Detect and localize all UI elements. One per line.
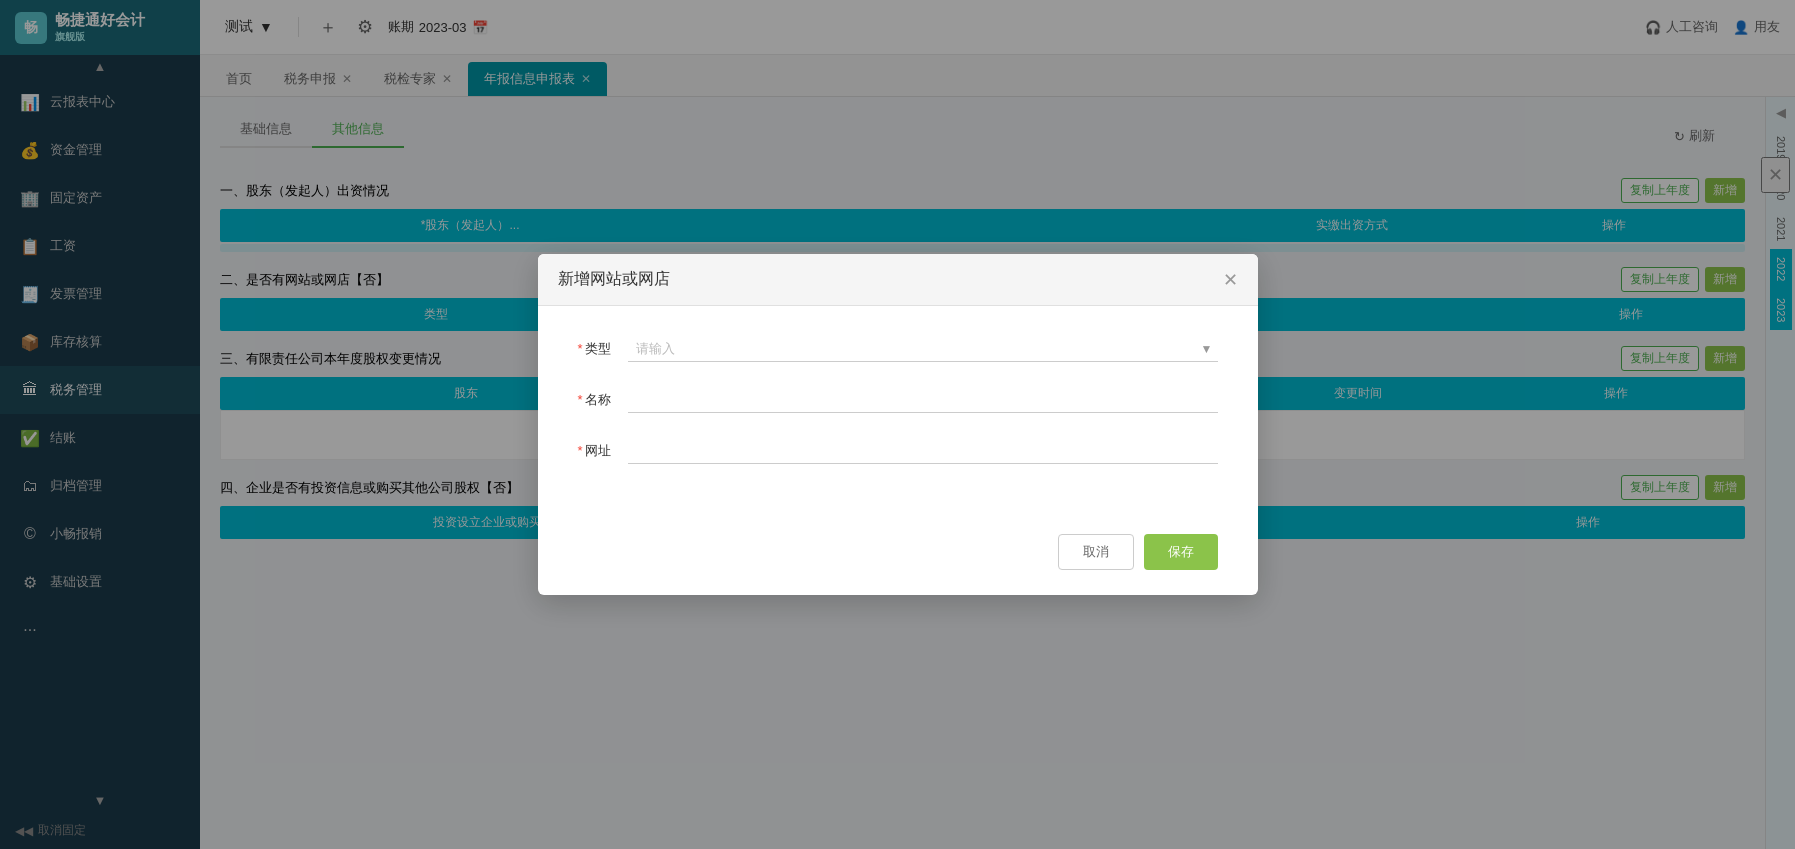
name-required-mark: * [578,392,583,407]
dialog-header: 新增网站或网店 ✕ [538,254,1258,306]
type-dropdown-icon[interactable]: ▼ [1201,342,1218,356]
type-label: *类型 [578,340,628,358]
cancel-button[interactable]: 取消 [1058,534,1134,570]
dialog-body: *类型 ▼ *名称 *网址 [538,306,1258,519]
dialog-close-button[interactable]: ✕ [1223,271,1238,289]
url-label: *网址 [578,442,628,460]
form-field-name: *名称 [578,387,1218,413]
name-label: *名称 [578,391,628,409]
type-input[interactable] [628,336,1201,361]
url-required-mark: * [578,443,583,458]
type-input-wrap: ▼ [628,336,1218,362]
save-button[interactable]: 保存 [1144,534,1218,570]
name-input[interactable] [628,387,1218,412]
form-field-url: *网址 [578,438,1218,464]
dialog-footer: 取消 保存 [538,519,1258,595]
dialog-title: 新增网站或网店 [558,269,670,290]
url-input[interactable] [628,438,1218,463]
name-input-wrap [628,387,1218,413]
dialog-add-website: 新增网站或网店 ✕ *类型 ▼ *名称 [538,254,1258,595]
dialog-overlay: 新增网站或网店 ✕ *类型 ▼ *名称 [0,0,1795,849]
type-required-mark: * [578,341,583,356]
form-field-type: *类型 ▼ [578,336,1218,362]
url-input-wrap [628,438,1218,464]
